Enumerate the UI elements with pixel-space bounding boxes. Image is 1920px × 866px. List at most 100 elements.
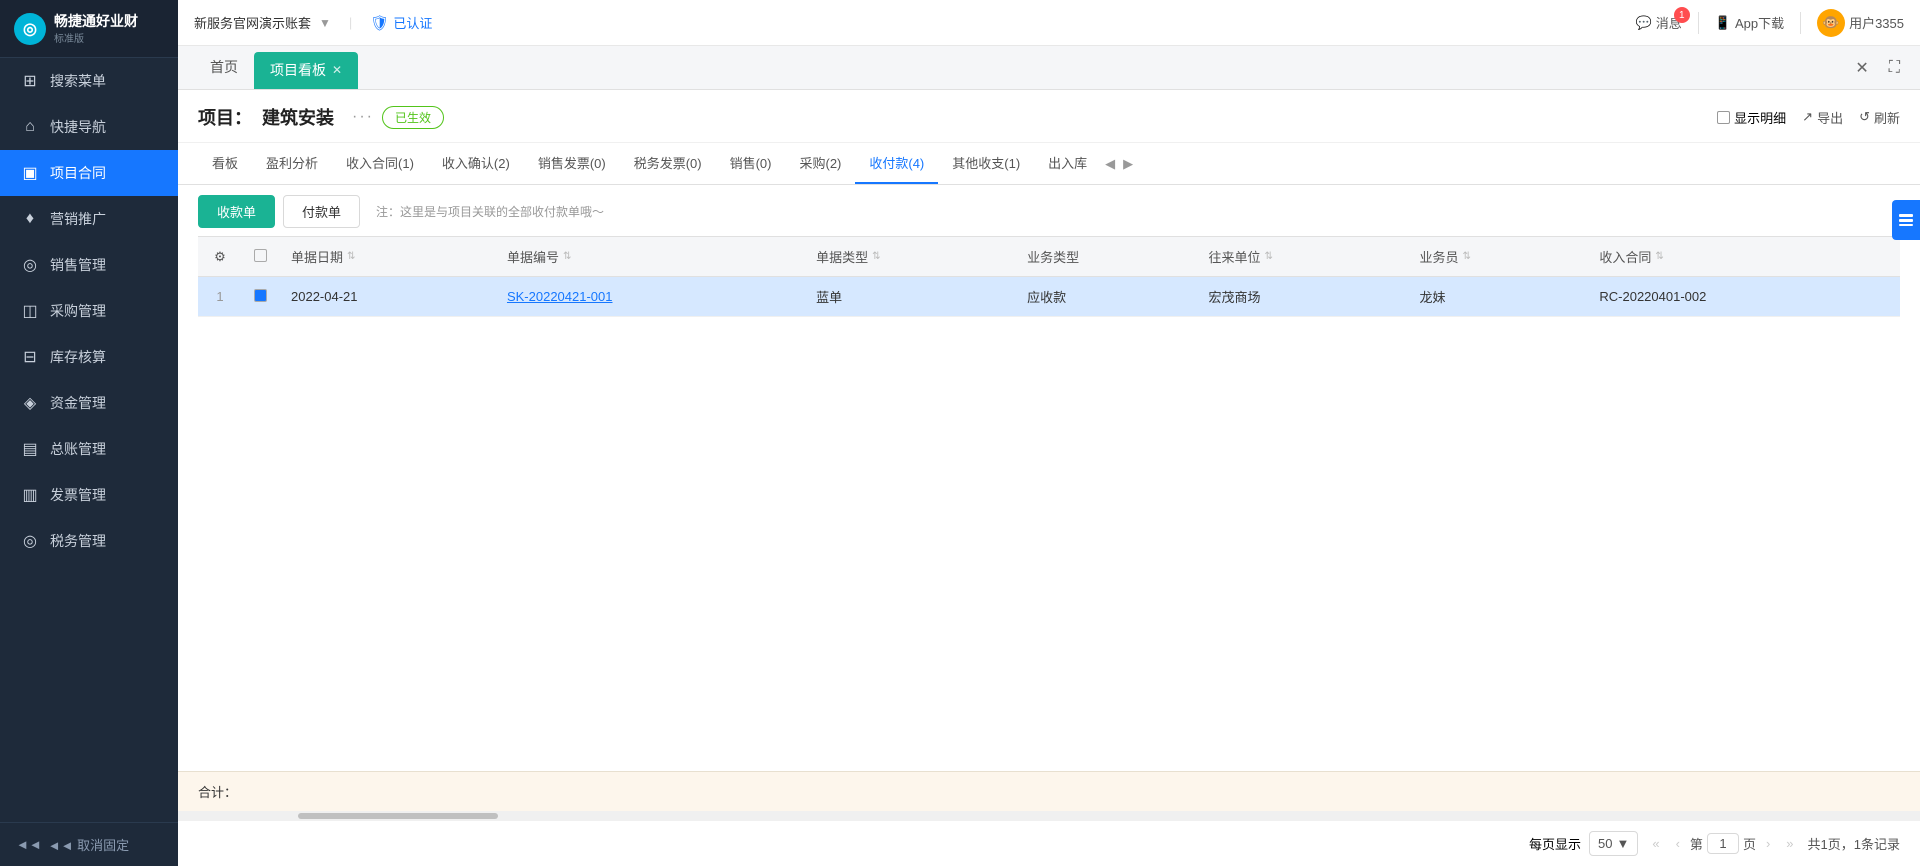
project-status-badge: 已生效 xyxy=(382,106,444,129)
sidebar-item-invoice[interactable]: ▥ 发票管理 xyxy=(0,472,178,518)
select-all-checkbox[interactable] xyxy=(254,249,267,262)
last-page-btn[interactable]: » xyxy=(1780,834,1799,853)
message-icon: 💬 xyxy=(1636,15,1652,31)
float-panel-icon[interactable] xyxy=(1892,236,1920,240)
subtab-tax-invoice[interactable]: 税务发票(0) xyxy=(620,143,716,184)
total-info: 共1页，1条记录 xyxy=(1808,834,1900,853)
sub-tabs-prev-icon[interactable]: ◀ xyxy=(1101,156,1119,172)
type-sort-icon[interactable]: ⇅ xyxy=(872,251,880,262)
first-page-btn[interactable]: « xyxy=(1646,834,1665,853)
content-area: 项目： 建筑安装 ··· 已生效 显示明细 ↗ 导出 ↺ 刷新 xyxy=(178,90,1920,866)
dropdown-arrow-icon[interactable]: ▼ xyxy=(319,16,331,30)
ledger-icon: ▤ xyxy=(20,439,40,459)
page-nav: « ‹ 第 1 页 › » xyxy=(1646,833,1799,854)
account-name: 新服务官网演示账套 xyxy=(194,13,311,32)
page-suffix: 页 xyxy=(1743,834,1756,853)
number-sort-icon[interactable]: ⇅ xyxy=(563,251,571,262)
inventory-icon: ⊟ xyxy=(20,347,40,367)
row-date: 2022-04-21 xyxy=(279,277,495,317)
sidebar-item-project-contract[interactable]: ▣ 项目合同 xyxy=(0,150,178,196)
pin-icon: ◄◄ xyxy=(16,837,42,852)
topbar: 新服务官网演示账套 ▼ | 🛡 已认证 💬 消息 1 📱 App下载 🐵 用户 xyxy=(178,0,1920,46)
date-col-header: 单据日期 ⇅ xyxy=(279,237,495,277)
row-index: 1 xyxy=(198,277,242,317)
tabbar-extra: ✕ ⛶ xyxy=(1851,46,1904,89)
app-download-btn[interactable]: 📱 App下载 xyxy=(1715,13,1784,32)
verified-badge: 🛡 已认证 xyxy=(370,13,432,32)
show-detail-checkbox[interactable]: 显示明细 xyxy=(1717,108,1786,127)
subtab-other-income[interactable]: 其他收支(1) xyxy=(938,143,1034,184)
biz-type-col-header: 业务类型 xyxy=(1015,237,1196,277)
payment-btn[interactable]: 付款单 xyxy=(283,195,360,228)
main-area: 新服务官网演示账套 ▼ | 🛡 已认证 💬 消息 1 📱 App下载 🐵 用户 xyxy=(178,0,1920,866)
sidebar-item-tax[interactable]: ◎ 税务管理 xyxy=(0,518,178,564)
income-contract-sort-icon[interactable]: ⇅ xyxy=(1655,251,1663,262)
subtab-income-confirm[interactable]: 收入确认(2) xyxy=(428,143,524,184)
search-icon: ⊞ xyxy=(20,71,40,91)
current-page-input[interactable]: 1 xyxy=(1707,833,1739,854)
toolbar-hint: 注：这里是与项目关联的全部收付款单哦～ xyxy=(376,203,604,220)
sidebar-item-ledger[interactable]: ▤ 总账管理 xyxy=(0,426,178,472)
collection-btn[interactable]: 收款单 xyxy=(198,195,275,228)
per-page-dropdown-icon: ▼ xyxy=(1616,836,1629,851)
checkbox-col-header xyxy=(242,237,279,277)
sidebar-item-sales[interactable]: ◎ 销售管理 xyxy=(0,242,178,288)
subtab-in-out[interactable]: 出入库 xyxy=(1034,143,1101,184)
sales-icon: ◎ xyxy=(20,255,40,275)
user-menu[interactable]: 🐵 用户3355 xyxy=(1817,9,1904,37)
salesperson-sort-icon[interactable]: ⇅ xyxy=(1462,251,1470,262)
tab-home[interactable]: 首页 xyxy=(194,46,254,89)
message-badge: 1 xyxy=(1674,7,1690,23)
salesperson-col-header: 业务员 ⇅ xyxy=(1407,237,1587,277)
sidebar-item-quick-nav[interactable]: ⌂ 快捷导航 xyxy=(0,104,178,150)
row-number-link[interactable]: SK-20220421-001 xyxy=(507,289,613,304)
tab-project-board[interactable]: 项目看板 ✕ xyxy=(254,52,358,89)
scroll-thumb[interactable] xyxy=(298,813,498,819)
close-window-icon[interactable]: ✕ xyxy=(1851,58,1872,78)
sidebar-logo: ◎ 畅捷通好业财 标准版 xyxy=(0,0,178,58)
toolbar: 收款单 付款单 注：这里是与项目关联的全部收付款单哦～ xyxy=(178,185,1920,236)
row-number[interactable]: SK-20220421-001 xyxy=(495,277,804,317)
sidebar-item-inventory[interactable]: ⊟ 库存核算 xyxy=(0,334,178,380)
row-type: 蓝单 xyxy=(804,277,1015,317)
partner-sort-icon[interactable]: ⇅ xyxy=(1264,251,1272,262)
sidebar-item-capital[interactable]: ◈ 资金管理 xyxy=(0,380,178,426)
sidebar-item-search[interactable]: ⊞ 搜索菜单 xyxy=(0,58,178,104)
subtab-purchase[interactable]: 采购(2) xyxy=(785,143,855,184)
table-row: 1 2022-04-21 SK-20220421-001 蓝单 应收款 宏茂商场… xyxy=(198,277,1900,317)
maximize-window-icon[interactable]: ⛶ xyxy=(1885,59,1904,77)
subtab-sales[interactable]: 销售(0) xyxy=(716,143,786,184)
refresh-icon: ↺ xyxy=(1859,109,1870,125)
topbar-left: 新服务官网演示账套 ▼ | 🛡 已认证 xyxy=(194,13,432,32)
refresh-btn[interactable]: ↺ 刷新 xyxy=(1859,108,1900,127)
table-header-row: ⚙ 单据日期 ⇅ 单据编号 xyxy=(198,237,1900,277)
avatar: 🐵 xyxy=(1817,9,1845,37)
next-page-btn[interactable]: › xyxy=(1760,834,1776,853)
subtab-receivable[interactable]: 收付款(4) xyxy=(855,143,938,184)
export-btn[interactable]: ↗ 导出 xyxy=(1802,108,1843,127)
subtab-board[interactable]: 看板 xyxy=(198,143,252,184)
scroll-track[interactable] xyxy=(178,811,1920,821)
project-more-btn[interactable]: ··· xyxy=(352,108,374,126)
message-btn[interactable]: 💬 消息 1 xyxy=(1636,13,1682,32)
prev-page-btn[interactable]: ‹ xyxy=(1670,834,1686,853)
tabbar: 首页 项目看板 ✕ ✕ ⛶ xyxy=(178,46,1920,90)
settings-icon[interactable]: ⚙ xyxy=(214,249,226,264)
sidebar-item-marketing[interactable]: ♦ 营销推广 xyxy=(0,196,178,242)
topbar-right: 💬 消息 1 📱 App下载 🐵 用户3355 xyxy=(1636,9,1904,37)
project-title: 项目： 建筑安装 xyxy=(198,104,334,130)
date-sort-icon[interactable]: ⇅ xyxy=(347,251,355,262)
row-checkbox[interactable] xyxy=(242,277,279,317)
per-page-select[interactable]: 50 ▼ xyxy=(1589,831,1638,856)
page-label: 第 xyxy=(1690,834,1703,853)
income-contract-col-header: 收入合同 ⇅ xyxy=(1587,237,1900,277)
sidebar-item-purchase[interactable]: ◫ 采购管理 xyxy=(0,288,178,334)
sub-tabs-next-icon[interactable]: ▶ xyxy=(1119,156,1137,172)
sidebar-cancel-fixed[interactable]: ◄◄ ◄◄ 取消固定 xyxy=(0,822,178,866)
export-icon: ↗ xyxy=(1802,109,1813,125)
subtab-income-contract[interactable]: 收入合同(1) xyxy=(332,143,428,184)
project-actions: 显示明细 ↗ 导出 ↺ 刷新 xyxy=(1717,108,1900,127)
tab-close-icon[interactable]: ✕ xyxy=(332,63,342,77)
subtab-sales-invoice[interactable]: 销售发票(0) xyxy=(524,143,620,184)
subtab-profit[interactable]: 盈利分析 xyxy=(252,143,332,184)
